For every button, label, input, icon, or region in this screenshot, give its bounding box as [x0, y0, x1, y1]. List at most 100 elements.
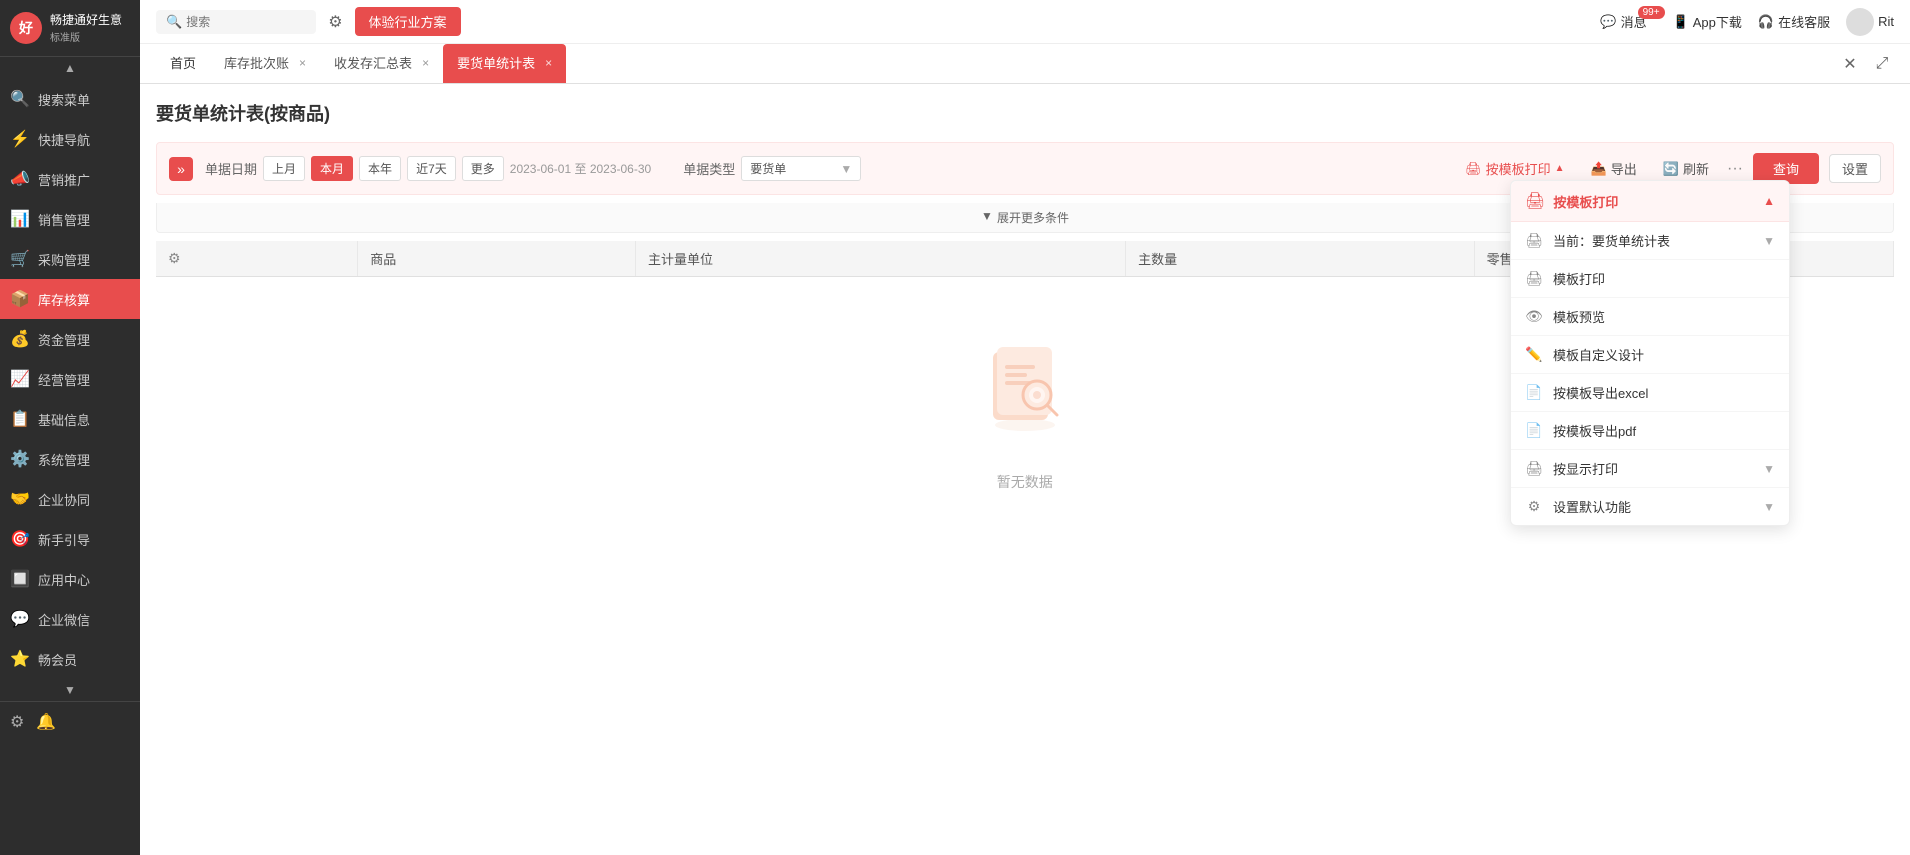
table-col-unit: 主计量单位 — [636, 241, 1126, 277]
tab-home[interactable]: 首页 — [156, 44, 210, 83]
display-print-icon: 🖨 — [1525, 460, 1543, 477]
sidebar-item-purchase[interactable]: 🛒 采购管理 — [0, 239, 140, 279]
template-custom-icon: ✏️ — [1525, 346, 1543, 363]
export-pdf-icon: 📄 — [1525, 422, 1543, 439]
page-title: 要货单统计表(按商品) — [156, 100, 1894, 126]
sidebar-wechat-label: 企业微信 — [38, 610, 90, 629]
export-pdf-label: 按模板导出pdf — [1553, 421, 1775, 440]
app-download-button[interactable]: 📱 App下载 — [1673, 12, 1742, 31]
sidebar-item-member[interactable]: ⭐ 畅会员 — [0, 639, 140, 679]
topbar-search-input[interactable] — [186, 15, 306, 29]
print-dropdown-title: 按模板打印 — [1553, 192, 1755, 211]
date-btn-more[interactable]: 更多 — [462, 156, 504, 181]
type-select-text: 要货单 — [750, 160, 836, 177]
date-btn-this-year[interactable]: 本年 — [359, 156, 401, 181]
search-icon: 🔍 — [10, 89, 30, 109]
template-print-label: 模板打印 — [1553, 269, 1775, 288]
sidebar-item-guide[interactable]: 🎯 新手引导 — [0, 519, 140, 559]
sidebar-item-inventory[interactable]: 📦 库存核算 — [0, 279, 140, 319]
collab-icon: 🤝 — [10, 489, 30, 509]
sidebar-item-apps[interactable]: 🔲 应用中心 — [0, 559, 140, 599]
tab-inventory-batch-close[interactable]: × — [299, 56, 306, 70]
tab-receivable-summary[interactable]: 收发存汇总表 × — [320, 44, 443, 83]
refresh-label: 刷新 — [1683, 159, 1709, 178]
topbar: 🔍 ⚙ 体验行业方案 💬 消息 99+ 📱 App下载 🎧 在线客服 Rit — [140, 0, 1910, 44]
template-preview-label: 模板预览 — [1553, 307, 1775, 326]
tab-inventory-batch-label: 库存批次账 — [224, 53, 289, 72]
sidebar-item-search[interactable]: 🔍 搜索菜单 — [0, 79, 140, 119]
print-icon: 🖨 — [1465, 161, 1482, 177]
three-dots-button[interactable]: ··· — [1727, 160, 1743, 178]
print-dropdown-template-print[interactable]: 🖨 模板打印 — [1511, 260, 1789, 298]
sidebar-item-quick-nav[interactable]: ⚡ 快捷导航 — [0, 119, 140, 159]
sidebar-search-label: 搜索菜单 — [38, 90, 90, 109]
export-icon: 📤 — [1591, 161, 1607, 177]
date-btn-last-month[interactable]: 上月 — [263, 156, 305, 181]
sidebar-item-marketing[interactable]: 📣 营销推广 — [0, 159, 140, 199]
sidebar-member-label: 畅会员 — [38, 650, 77, 669]
sidebar-scroll-up[interactable]: ▲ — [0, 57, 140, 79]
message-badge: 99+ — [1638, 6, 1665, 19]
display-print-arrow: ▼ — [1763, 462, 1775, 476]
service-icon: 🎧 — [1758, 14, 1774, 30]
date-btn-this-month[interactable]: 本月 — [311, 156, 353, 181]
print-dropdown-export-excel[interactable]: 📄 按模板导出excel — [1511, 374, 1789, 412]
user-avatar[interactable]: Rit — [1846, 8, 1894, 36]
sidebar-guide-label: 新手引导 — [38, 530, 90, 549]
print-dropdown-template-preview[interactable]: 👁 模板预览 — [1511, 298, 1789, 336]
tab-home-label: 首页 — [170, 53, 196, 72]
sidebar-item-basic[interactable]: 📋 基础信息 — [0, 399, 140, 439]
topbar-gear-icon[interactable]: ⚙ — [328, 12, 342, 32]
sidebar-item-system[interactable]: ⚙️ 系统管理 — [0, 439, 140, 479]
sound-footer-icon[interactable]: 🔔 — [36, 712, 56, 732]
topbar-search-box[interactable]: 🔍 — [156, 10, 316, 34]
sales-icon: 📊 — [10, 209, 30, 229]
tab-receivable-close[interactable]: × — [422, 56, 429, 70]
current-template-icon: 🖨 — [1525, 232, 1543, 249]
print-dropdown-export-pdf[interactable]: 📄 按模板导出pdf — [1511, 412, 1789, 450]
date-filter-group: 单据日期 上月 本月 本年 近7天 更多 2023-06-01 至 2023-0… — [205, 156, 651, 181]
print-dropdown-header: 🖨 按模板打印 ▲ — [1511, 181, 1789, 222]
tab-receivable-label: 收发存汇总表 — [334, 53, 412, 72]
tab-close-all-button[interactable]: ✕ — [1838, 52, 1862, 76]
print-template-button[interactable]: 🖨 按模板打印 ▲ — [1457, 155, 1572, 182]
tab-inventory-batch[interactable]: 库存批次账 × — [210, 44, 320, 83]
settings-button[interactable]: 设置 — [1829, 154, 1881, 183]
sidebar-scroll-down[interactable]: ▼ — [0, 679, 140, 701]
refresh-button[interactable]: 🔄 刷新 — [1655, 155, 1717, 182]
table-col-product: 商品 — [358, 241, 636, 277]
export-excel-label: 按模板导出excel — [1553, 383, 1775, 402]
tab-order-stats-close[interactable]: × — [545, 56, 552, 70]
sidebar-item-operation[interactable]: 📈 经营管理 — [0, 359, 140, 399]
sidebar-item-sales[interactable]: 📊 销售管理 — [0, 199, 140, 239]
date-btn-7days[interactable]: 近7天 — [407, 156, 456, 181]
display-print-label: 按显示打印 — [1553, 459, 1753, 478]
tab-order-stats[interactable]: 要货单统计表 × — [443, 44, 566, 83]
sidebar-item-wechat[interactable]: 💬 企业微信 — [0, 599, 140, 639]
message-button[interactable]: 💬 消息 99+ — [1600, 12, 1656, 31]
type-filter-group: 单据类型 要货单 ▼ — [683, 156, 861, 181]
export-button[interactable]: 📤 导出 — [1583, 155, 1645, 182]
default-func-label: 设置默认功能 — [1553, 497, 1753, 516]
tab-bar: 首页 库存批次账 × 收发存汇总表 × 要货单统计表 × ✕ ⤢ — [140, 44, 1910, 84]
industry-solution-button[interactable]: 体验行业方案 — [355, 7, 461, 36]
online-service-button[interactable]: 🎧 在线客服 — [1758, 12, 1830, 31]
print-dropdown-close-arrow[interactable]: ▲ — [1763, 194, 1775, 208]
table-col-quantity: 主数量 — [1126, 241, 1475, 277]
type-select[interactable]: 要货单 ▼ — [741, 156, 861, 181]
filter-expand-button[interactable]: » — [169, 157, 193, 181]
print-dropdown-template-custom[interactable]: ✏️ 模板自定义设计 — [1511, 336, 1789, 374]
sidebar-item-collab[interactable]: 🤝 企业协同 — [0, 479, 140, 519]
print-dropdown-current-template[interactable]: 🖨 当前：要货单统计表 ▼ — [1511, 222, 1789, 260]
quick-nav-icon: ⚡ — [10, 129, 30, 149]
tab-maximize-button[interactable]: ⤢ — [1870, 52, 1894, 76]
default-func-icon: ⚙ — [1525, 498, 1543, 515]
print-dropdown-default-func[interactable]: ⚙ 设置默认功能 ▼ — [1511, 488, 1789, 525]
main-area: 🔍 ⚙ 体验行业方案 💬 消息 99+ 📱 App下载 🎧 在线客服 Rit — [140, 0, 1910, 855]
sidebar-item-finance[interactable]: 💰 资金管理 — [0, 319, 140, 359]
settings-footer-icon[interactable]: ⚙ — [10, 712, 24, 732]
table-gear-icon[interactable]: ⚙ — [168, 250, 181, 266]
empty-icon — [975, 337, 1075, 456]
system-icon: ⚙️ — [10, 449, 30, 469]
print-dropdown-display-print[interactable]: 🖨 按显示打印 ▼ — [1511, 450, 1789, 488]
